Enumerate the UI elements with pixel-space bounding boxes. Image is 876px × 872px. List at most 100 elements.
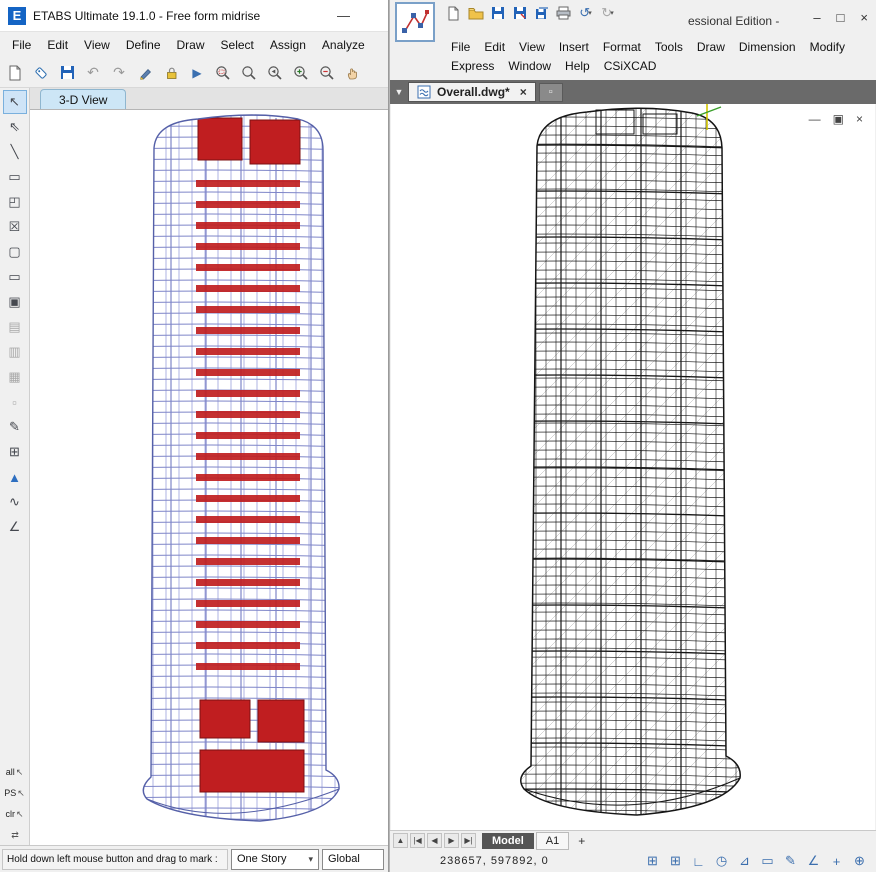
etabs-menu-view[interactable]: View [76,34,118,56]
redo-icon[interactable]: ↻ ▾ [598,4,617,23]
add-workspace-icon[interactable]: + [828,853,845,870]
run-analysis-icon[interactable]: ▶ [185,61,209,85]
cad-menu-tools[interactable]: Tools [648,38,690,56]
new-drawing-icon[interactable] [444,4,463,23]
measure-angle-icon[interactable]: ∠ [3,515,27,539]
viewport-minimize-button[interactable]: — [809,112,821,126]
draw-opening-icon[interactable]: ▥ [3,340,27,364]
save-model-icon[interactable] [55,61,79,85]
cad-menu-modify[interactable]: Modify [803,38,852,56]
cad-menu-edit[interactable]: Edit [477,38,512,56]
lineweight-icon[interactable]: ✎ [782,853,799,870]
zoom-out-icon[interactable] [315,61,339,85]
intersecting-select-icon[interactable]: ◰ [3,190,27,214]
cad-menu-help[interactable]: Help [558,57,597,75]
new-model-icon[interactable] [3,61,27,85]
rubber-band-zoom-icon[interactable] [211,61,235,85]
select-all-button[interactable]: all ↖ [6,762,24,782]
redo-dropdown-icon[interactable]: ▾ [610,9,614,17]
etabs-menu-edit[interactable]: Edit [39,34,76,56]
save-icon[interactable] [488,4,507,23]
window-select-icon[interactable]: ▭ [3,165,27,189]
select-pointer-icon[interactable]: ↖ [2,90,27,114]
etabs-3d-canvas[interactable] [30,110,388,845]
snap-grid-icon[interactable]: ⊞ [667,853,684,870]
lock-icon[interactable] [159,61,183,85]
polar-tracking-icon[interactable]: ⊿ [736,853,753,870]
draw-wall-icon[interactable]: ▤ [3,315,27,339]
cad-menu-csixcad[interactable]: CSiXCAD [597,57,664,75]
etabs-menu-analyze[interactable]: Analyze [314,34,373,56]
draw-pen-icon[interactable]: ✎ [3,415,27,439]
draw-line-icon[interactable]: ╲ [3,140,27,164]
etabs-menu-select[interactable]: Select [213,34,262,56]
undo-icon[interactable]: ↶ [81,61,105,85]
sheet-nav-button-4[interactable]: ▶| [461,833,476,848]
add-layout-button[interactable]: + [571,832,592,850]
osnap-clock-icon[interactable]: ◷ [713,853,730,870]
viewport-restore-button[interactable]: ▣ [833,112,844,126]
etabs-menu-assign[interactable]: Assign [262,34,314,56]
draw-rect-icon[interactable]: ▭ [3,265,27,289]
undo-dropdown-icon[interactable]: ▾ [588,9,592,17]
tab-model[interactable]: Model [482,832,534,849]
doc-tab-close-icon[interactable]: × [520,85,527,99]
dynamic-input-icon[interactable]: ▭ [759,853,776,870]
etabs-menu-define[interactable]: Define [118,34,169,56]
ortho-mode-icon[interactable]: ∟ [690,853,707,870]
undo-icon[interactable]: ↺ ▾ [576,4,595,23]
deselect-icon[interactable]: ☒ [3,215,27,239]
etabs-menu-file[interactable]: File [4,34,39,56]
cad-minimize-button[interactable]: – [813,10,820,25]
cad-drawing-canvas[interactable]: — ▣ × [391,104,875,830]
spline-icon[interactable]: ∿ [3,490,27,514]
save-as-icon[interactable] [510,4,529,23]
tab-a1-layout[interactable]: A1 [535,831,570,850]
pan-mode-icon[interactable]: ⊕ [851,853,868,870]
cad-menu-window[interactable]: Window [501,57,558,75]
draw-rect-point-icon[interactable]: ▣ [3,290,27,314]
cad-menu-express[interactable]: Express [444,57,501,75]
sheet-nav-button-3[interactable]: ▶ [444,833,459,848]
etabs-minimize-button[interactable]: — [337,8,350,23]
draw-window-icon[interactable]: ▦ [3,365,27,389]
pan-hand-icon[interactable] [341,61,365,85]
open-folder-icon[interactable] [466,4,485,23]
cad-app-icon[interactable] [395,2,435,42]
story-range-dropdown[interactable]: One Story ▾ [231,848,319,870]
redo-icon[interactable]: ↷ [107,61,131,85]
cad-maximize-button[interactable]: □ [837,10,845,25]
grid-display-icon[interactable]: ⊞ [644,853,661,870]
etabs-menu-draw[interactable]: Draw [169,34,213,56]
sheet-nav-button-1[interactable]: |◀ [410,833,425,848]
cad-menu-draw[interactable]: Draw [690,38,732,56]
viewport-close-button[interactable]: × [856,112,863,126]
cad-menu-format[interactable]: Format [596,38,648,56]
previous-selection-button[interactable]: PS ↖ [4,783,25,803]
reshape-icon[interactable]: ⇖ [3,115,27,139]
sheet-nav-button-0[interactable]: ▲ [393,833,408,848]
previous-zoom-icon[interactable] [263,61,287,85]
plot-printer-icon[interactable] [554,4,573,23]
draw-point-icon[interactable]: ▫ [3,390,27,414]
cad-menu-dimension[interactable]: Dimension [732,38,803,56]
new-doc-tab-button[interactable]: ▫ [538,82,563,102]
restore-full-view-icon[interactable] [237,61,261,85]
draw-area-icon[interactable]: ▢ [3,240,27,264]
zoom-in-icon[interactable] [289,61,313,85]
doc-tab-dropdown-icon[interactable]: ▼ [393,87,405,97]
sheet-nav-button-2[interactable]: ◀ [427,833,442,848]
cad-menu-file[interactable]: File [444,38,477,56]
reference-system-dropdown[interactable]: Global [322,848,384,870]
grid-table-icon[interactable]: ⊞ [3,440,27,464]
cad-close-button[interactable]: × [860,10,868,25]
save-all-icon[interactable] [532,4,551,23]
edit-pencil-icon[interactable] [133,61,157,85]
axes-arrows-icon[interactable]: ⇄ [10,825,19,845]
annotation-scale-icon[interactable]: ∠ [805,853,822,870]
cad-menu-view[interactable]: View [512,38,552,56]
clear-selection-button[interactable]: clr ↖ [5,804,23,824]
doc-tab-overall-dwg[interactable]: Overall.dwg* × [408,82,536,102]
open-model-icon[interactable] [29,61,53,85]
cad-menu-insert[interactable]: Insert [552,38,596,56]
